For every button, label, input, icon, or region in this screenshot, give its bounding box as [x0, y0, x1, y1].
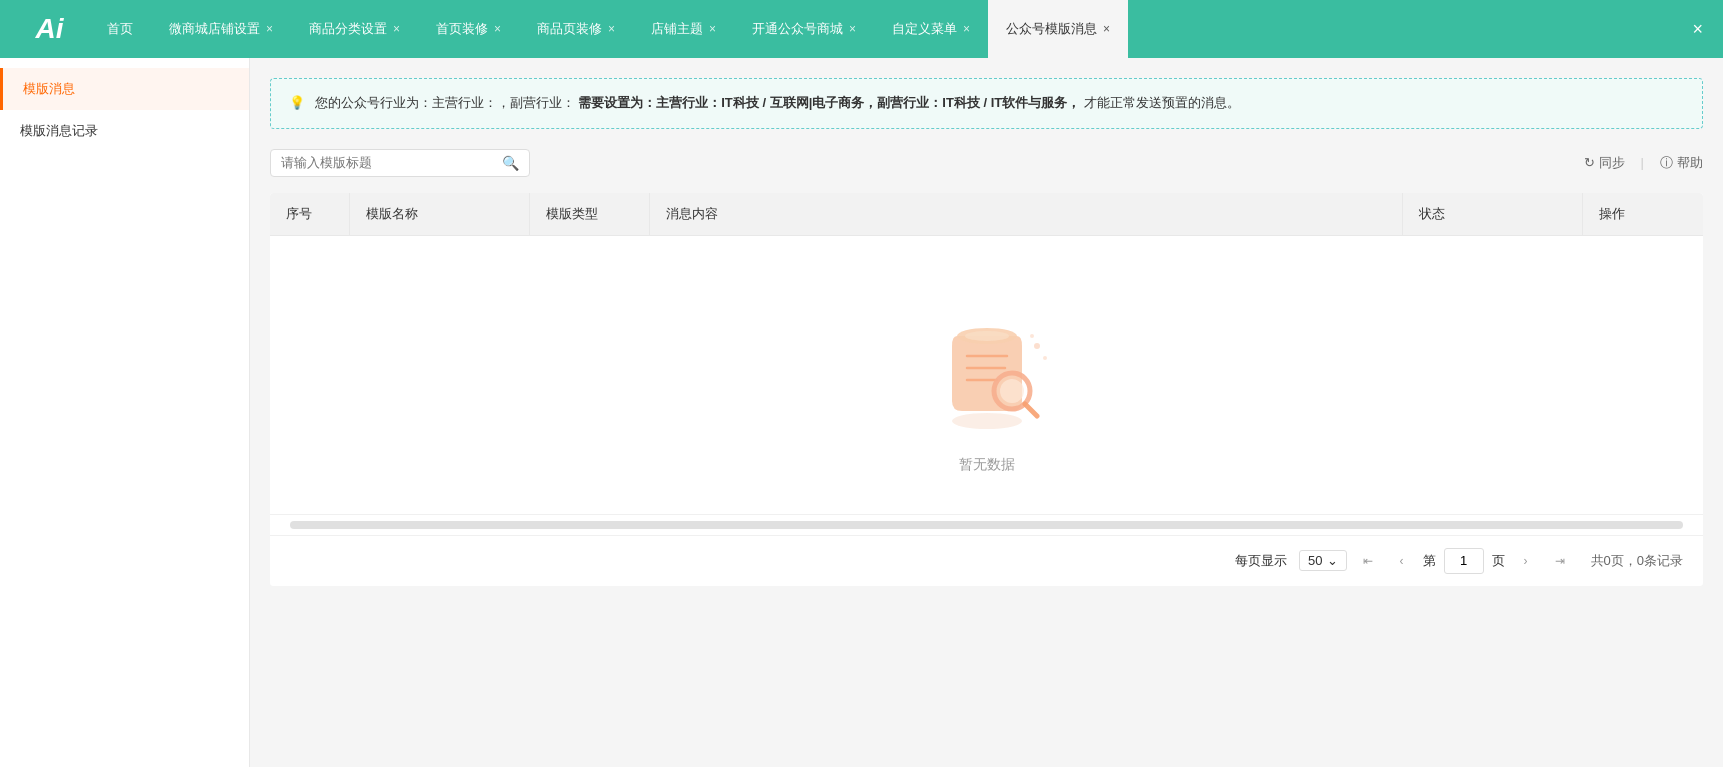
app-root: Ai 首页微商城店铺设置×商品分类设置×首页装修×商品页装修×店铺主题×开通公众… — [0, 0, 1723, 767]
scrollbar-area — [270, 514, 1703, 535]
nav-tab-custom-menu[interactable]: 自定义菜单 × — [874, 0, 988, 58]
search-bar: 🔍 ↻ 同步 | ⓘ 帮助 — [270, 149, 1703, 177]
svg-line-8 — [1025, 404, 1037, 416]
table-body: 暂无数据 — [270, 236, 1703, 514]
logo: Ai — [10, 0, 89, 58]
notice-highlight: 需要设置为：主营行业：IT科技 / 互联网|电子商务，副营行业：IT科技 / I… — [578, 95, 1080, 110]
nav-tab-micro-shop[interactable]: 微商城店铺设置 × — [151, 0, 291, 58]
table-header-content: 消息内容 — [650, 193, 1403, 235]
empty-text: 暂无数据 — [959, 456, 1015, 474]
nav-tab-label: 公众号模版消息 — [1006, 20, 1097, 38]
data-table: 序号模版名称模版类型消息内容状态操作 — [270, 193, 1703, 586]
svg-point-10 — [1043, 356, 1047, 360]
page-label: 第 — [1423, 552, 1436, 570]
nav-tab-label: 自定义菜单 — [892, 20, 957, 38]
current-page-input[interactable] — [1444, 548, 1484, 574]
nav-tab-home[interactable]: 首页 — [89, 0, 151, 58]
notice-banner: 💡 您的公众号行业为：主营行业：，副营行业： 需要设置为：主营行业：IT科技 /… — [270, 78, 1703, 129]
notice-prefix: 您的公众号行业为：主营行业：，副营行业： — [315, 95, 575, 110]
nav-tab-template-msg[interactable]: 公众号模版消息 × — [988, 0, 1128, 58]
nav-tab-label: 微商城店铺设置 — [169, 20, 260, 38]
nav-tab-label: 商品页装修 — [537, 20, 602, 38]
nav-tab-label: 首页装修 — [436, 20, 488, 38]
sidebar-item-template-message[interactable]: 模版消息 — [0, 68, 249, 110]
nav-tab-label: 开通公众号商城 — [752, 20, 843, 38]
nav-tab-close-template-msg[interactable]: × — [1103, 22, 1110, 36]
sidebar-item-template-message-log[interactable]: 模版消息记录 — [0, 110, 249, 152]
nav-tab-product-decor[interactable]: 商品页装修 × — [519, 0, 633, 58]
nav-tab-open-mall[interactable]: 开通公众号商城 × — [734, 0, 874, 58]
nav-tab-category[interactable]: 商品分类设置 × — [291, 0, 418, 58]
table-header: 序号模版名称模版类型消息内容状态操作 — [270, 193, 1703, 236]
nav-tab-close-product-decor[interactable]: × — [608, 22, 615, 36]
table-header-index: 序号 — [270, 193, 350, 235]
help-button[interactable]: ⓘ 帮助 — [1660, 154, 1703, 172]
nav-tab-close-open-mall[interactable]: × — [849, 22, 856, 36]
svg-point-0 — [952, 413, 1022, 429]
svg-point-11 — [1030, 334, 1034, 338]
page-size-chevron-icon: ⌄ — [1327, 553, 1338, 568]
help-icon: ⓘ — [1660, 154, 1673, 172]
action-divider: | — [1641, 155, 1644, 170]
search-input[interactable] — [281, 155, 502, 170]
nav-tab-close-micro-shop[interactable]: × — [266, 22, 273, 36]
fake-scrollbar[interactable] — [290, 521, 1683, 529]
empty-state: 暂无数据 — [270, 236, 1703, 514]
page-size-select[interactable]: 50 ⌄ — [1299, 550, 1346, 571]
help-label: 帮助 — [1677, 154, 1703, 172]
nav-tab-close-theme[interactable]: × — [709, 22, 716, 36]
top-nav: Ai 首页微商城店铺设置×商品分类设置×首页装修×商品页装修×店铺主题×开通公众… — [0, 0, 1723, 58]
table-header-action: 操作 — [1583, 193, 1703, 235]
table-header-type: 模版类型 — [530, 193, 650, 235]
pagination: 每页显示 50 ⌄ ⇤ ‹ 第 页 › ⇥ 共0页，0条记录 — [270, 535, 1703, 586]
sync-label: 同步 — [1599, 154, 1625, 172]
notice-icon: 💡 — [289, 95, 305, 110]
sidebar: 模版消息模版消息记录 — [0, 58, 250, 767]
search-input-wrap: 🔍 — [270, 149, 530, 177]
svg-point-2 — [965, 331, 1009, 341]
notice-suffix: 才能正常发送预置的消息。 — [1084, 95, 1240, 110]
nav-tab-label: 商品分类设置 — [309, 20, 387, 38]
table-header-status: 状态 — [1403, 193, 1583, 235]
nav-tab-close-home-decor[interactable]: × — [494, 22, 501, 36]
nav-tab-theme[interactable]: 店铺主题 × — [633, 0, 734, 58]
sync-button[interactable]: ↻ 同步 — [1584, 154, 1625, 172]
search-actions: ↻ 同步 | ⓘ 帮助 — [1584, 154, 1703, 172]
sync-icon: ↻ — [1584, 155, 1595, 170]
svg-point-9 — [1034, 343, 1040, 349]
nav-tab-home-decor[interactable]: 首页装修 × — [418, 0, 519, 58]
nav-tab-close-category[interactable]: × — [393, 22, 400, 36]
prev-page-button[interactable]: ‹ — [1389, 548, 1415, 574]
next-page-button[interactable]: › — [1513, 548, 1539, 574]
main-layout: 模版消息模版消息记录 💡 您的公众号行业为：主营行业：，副营行业： 需要设置为：… — [0, 58, 1723, 767]
total-info: 共0页，0条记录 — [1591, 552, 1683, 570]
page-size-value: 50 — [1308, 553, 1322, 568]
search-icon[interactable]: 🔍 — [502, 155, 519, 171]
close-all-tabs-button[interactable]: × — [1682, 19, 1713, 40]
nav-tabs: 首页微商城店铺设置×商品分类设置×首页装修×商品页装修×店铺主题×开通公众号商城… — [89, 0, 1682, 58]
first-page-button[interactable]: ⇤ — [1355, 548, 1381, 574]
nav-tab-label: 店铺主题 — [651, 20, 703, 38]
svg-point-7 — [1000, 379, 1024, 403]
page-size-label: 每页显示 — [1235, 552, 1287, 570]
content-area: 💡 您的公众号行业为：主营行业：，副营行业： 需要设置为：主营行业：IT科技 /… — [250, 58, 1723, 767]
last-page-button[interactable]: ⇥ — [1547, 548, 1573, 574]
table-header-name: 模版名称 — [350, 193, 530, 235]
nav-tab-close-custom-menu[interactable]: × — [963, 22, 970, 36]
page-unit: 页 — [1492, 552, 1505, 570]
empty-icon — [917, 296, 1057, 436]
nav-tab-label: 首页 — [107, 20, 133, 38]
